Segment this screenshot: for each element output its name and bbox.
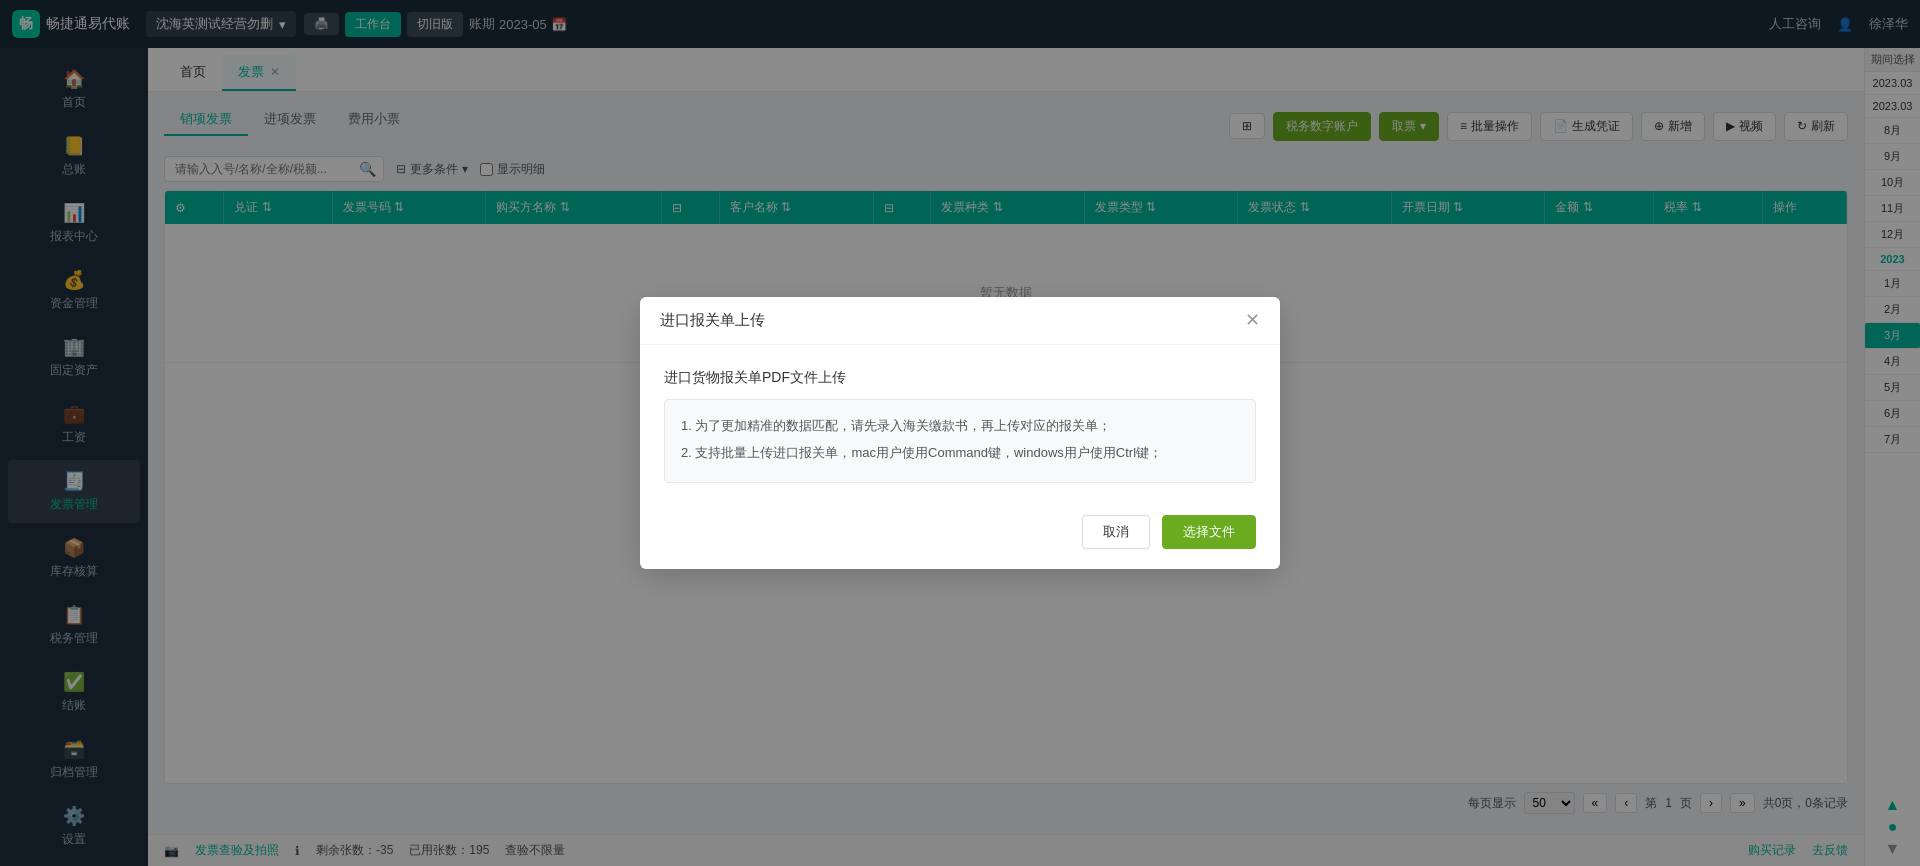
modal-body: 进口货物报关单PDF文件上传 1. 为了更加精准的数据匹配，请先录入海关缴款书，…: [640, 345, 1280, 500]
modal-info-item-1: 1. 为了更加精准的数据匹配，请先录入海关缴款书，再上传对应的报关单；: [681, 414, 1239, 437]
modal-info-item-2: 2. 支持批量上传进口报关单，mac用户使用Command键，windows用户…: [681, 441, 1239, 464]
modal-footer: 取消 选择文件: [640, 499, 1280, 569]
modal-cancel-btn[interactable]: 取消: [1082, 515, 1150, 549]
modal-info-box: 1. 为了更加精准的数据匹配，请先录入海关缴款书，再上传对应的报关单； 2. 支…: [664, 399, 1256, 484]
modal-title: 进口报关单上传: [660, 311, 765, 330]
modal-close-btn[interactable]: ✕: [1245, 311, 1260, 329]
modal-overlay: 进口报关单上传 ✕ 进口货物报关单PDF文件上传 1. 为了更加精准的数据匹配，…: [0, 0, 1920, 866]
modal-header: 进口报关单上传 ✕: [640, 297, 1280, 345]
modal-select-file-btn[interactable]: 选择文件: [1162, 515, 1256, 549]
import-modal: 进口报关单上传 ✕ 进口货物报关单PDF文件上传 1. 为了更加精准的数据匹配，…: [640, 297, 1280, 570]
modal-section-title: 进口货物报关单PDF文件上传: [664, 369, 1256, 387]
